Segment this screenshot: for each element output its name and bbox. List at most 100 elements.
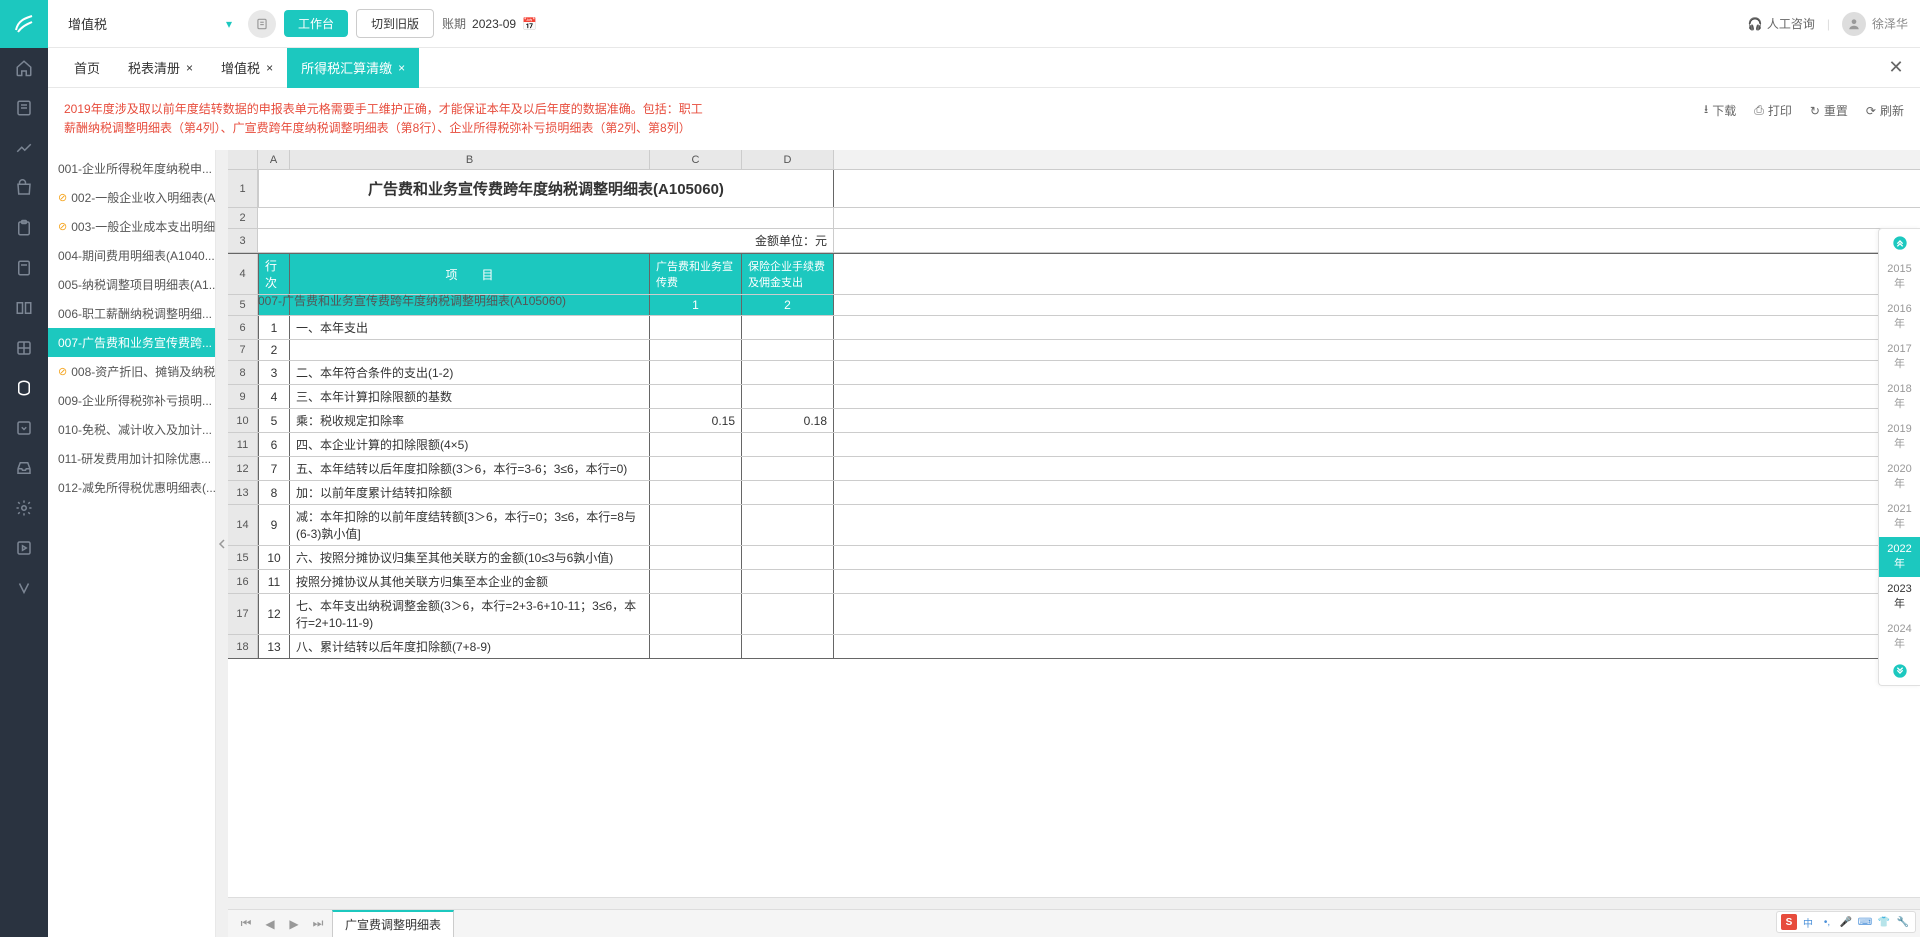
grid-corner[interactable] xyxy=(228,150,258,169)
ime-mic-icon[interactable]: 🎤 xyxy=(1838,914,1854,930)
year-item[interactable]: 2021年 xyxy=(1879,497,1920,537)
sheet-nav-last[interactable]: ⏭ xyxy=(308,914,328,934)
cell-value[interactable]: 0.18 xyxy=(742,409,834,432)
form-list-item[interactable]: 011-研发费用加计扣除优惠... xyxy=(48,444,215,473)
year-item[interactable]: 2017年 xyxy=(1879,337,1920,377)
year-down-icon[interactable] xyxy=(1879,657,1920,685)
cell-value[interactable] xyxy=(650,635,742,658)
ime-bar[interactable]: S 中 •, 🎤 ⌨ 👕 🔧 xyxy=(1776,911,1916,933)
row-head[interactable]: 15 xyxy=(228,546,258,569)
close-all-tabs[interactable]: ✕ xyxy=(1884,56,1908,80)
row-head[interactable]: 12 xyxy=(228,457,258,480)
year-item[interactable]: 2019年 xyxy=(1879,417,1920,457)
year-item[interactable]: 2020年 xyxy=(1879,457,1920,497)
ime-lang[interactable]: 中 xyxy=(1800,914,1816,930)
sheet-nav-next[interactable]: ▶ xyxy=(284,914,304,934)
col-head-b[interactable]: B xyxy=(290,150,650,169)
nav-layout-icon[interactable] xyxy=(0,288,48,328)
page-tab[interactable]: 税表清册× xyxy=(114,48,207,88)
nav-v-icon[interactable] xyxy=(0,568,48,608)
cell-value[interactable] xyxy=(742,570,834,593)
cell-value[interactable] xyxy=(650,340,742,360)
calendar-icon[interactable]: 📅 xyxy=(522,17,537,31)
tab-close-icon[interactable]: × xyxy=(266,61,273,75)
row-head[interactable]: 9 xyxy=(228,385,258,408)
nav-play-icon[interactable] xyxy=(0,528,48,568)
cell-value[interactable] xyxy=(742,594,834,634)
nav-clipboard-icon[interactable] xyxy=(0,208,48,248)
nav-calc-icon[interactable] xyxy=(0,248,48,288)
page-tab[interactable]: 所得税汇算清缴× xyxy=(287,48,419,88)
cell-value[interactable] xyxy=(650,385,742,408)
form-list-item[interactable]: 010-免税、减计收入及加计... xyxy=(48,415,215,444)
cell-value[interactable] xyxy=(742,457,834,480)
col-head-a[interactable]: A xyxy=(258,150,290,169)
form-list-item[interactable]: 006-职工薪酬纳税调整明细... xyxy=(48,299,215,328)
year-item[interactable]: 2015年 xyxy=(1879,257,1920,297)
cell-value[interactable] xyxy=(742,433,834,456)
row-head[interactable]: 6 xyxy=(228,316,258,339)
year-item[interactable]: 2018年 xyxy=(1879,377,1920,417)
nav-home-icon[interactable] xyxy=(0,48,48,88)
year-item[interactable]: 2023年 xyxy=(1879,577,1920,617)
row-head[interactable]: 18 xyxy=(228,635,258,658)
row-head[interactable]: 11 xyxy=(228,433,258,456)
app-logo[interactable] xyxy=(0,0,48,48)
form-list-item[interactable]: 001-企业所得税年度纳税申... xyxy=(48,154,215,183)
print-action[interactable]: ⎙打印 xyxy=(1754,102,1792,119)
col-head-d[interactable]: D xyxy=(742,150,834,169)
cell-value[interactable] xyxy=(742,546,834,569)
form-list-item[interactable]: 005-纳税调整项目明细表(A1... xyxy=(48,270,215,299)
year-item[interactable]: 2016年 xyxy=(1879,297,1920,337)
form-list-item[interactable]: ⊘003-一般企业成本支出明细... xyxy=(48,212,215,241)
sheet-nav-prev[interactable]: ◀ xyxy=(260,914,280,934)
switch-old-button[interactable]: 切到旧版 xyxy=(356,9,434,38)
form-list-item[interactable]: 009-企业所得税弥补亏损明... xyxy=(48,386,215,415)
reset-action[interactable]: ↻重置 xyxy=(1810,102,1848,119)
cell-value[interactable] xyxy=(742,340,834,360)
h-scrollbar[interactable] xyxy=(228,897,1920,909)
user-menu[interactable]: 徐泽华 xyxy=(1842,12,1908,36)
ime-tool-icon[interactable]: 🔧 xyxy=(1895,914,1911,930)
consult-link[interactable]: 🎧 人工咨询 xyxy=(1748,15,1815,32)
circle-button[interactable] xyxy=(248,10,276,38)
cell-value[interactable] xyxy=(742,316,834,339)
row-head[interactable]: 7 xyxy=(228,340,258,360)
nav-chart-icon[interactable] xyxy=(0,128,48,168)
year-item[interactable]: 2024年 xyxy=(1879,617,1920,657)
row-head[interactable]: 16 xyxy=(228,570,258,593)
form-list-item[interactable]: 012-减免所得税优惠明细表(... xyxy=(48,473,215,502)
cell-value[interactable] xyxy=(742,505,834,545)
row-head[interactable]: 13 xyxy=(228,481,258,504)
workspace-button[interactable]: 工作台 xyxy=(284,10,348,37)
nav-settings-icon[interactable] xyxy=(0,488,48,528)
nav-tax-icon[interactable] xyxy=(0,368,48,408)
nav-bag-icon[interactable] xyxy=(0,168,48,208)
ime-skin-icon[interactable]: 👕 xyxy=(1876,914,1892,930)
ime-keyboard-icon[interactable]: ⌨ xyxy=(1857,914,1873,930)
ime-logo-icon[interactable]: S xyxy=(1781,914,1797,930)
cell-value[interactable] xyxy=(742,481,834,504)
nav-archive-icon[interactable] xyxy=(0,408,48,448)
row-head[interactable]: 14 xyxy=(228,505,258,545)
nav-inbox-icon[interactable] xyxy=(0,448,48,488)
cell-value[interactable] xyxy=(650,361,742,384)
sheet-nav-first[interactable]: ⏮ xyxy=(236,914,256,934)
ime-punct-icon[interactable]: •, xyxy=(1819,914,1835,930)
cell-value[interactable] xyxy=(742,635,834,658)
form-list-item[interactable]: ⊘008-资产折旧、摊销及纳税... xyxy=(48,357,215,386)
row-head[interactable]: 3 xyxy=(228,229,258,252)
cell-value[interactable] xyxy=(650,316,742,339)
page-tab[interactable]: 首页 xyxy=(60,48,114,88)
sheet-tab[interactable]: 广宣费调整明细表 xyxy=(332,910,454,937)
cell-value[interactable] xyxy=(742,361,834,384)
row-head[interactable]: 2 xyxy=(228,208,258,228)
row-head[interactable]: 1 xyxy=(228,170,258,207)
cell-value[interactable] xyxy=(742,385,834,408)
row-head[interactable]: 17 xyxy=(228,594,258,634)
grid-body[interactable]: 1广告费和业务宣传费跨年度纳税调整明细表(A105060)23金额单位：元4行次… xyxy=(228,170,1920,897)
cell-value[interactable] xyxy=(650,433,742,456)
cell-value[interactable]: 0.15 xyxy=(650,409,742,432)
row-head[interactable]: 8 xyxy=(228,361,258,384)
year-up-icon[interactable] xyxy=(1879,229,1920,257)
